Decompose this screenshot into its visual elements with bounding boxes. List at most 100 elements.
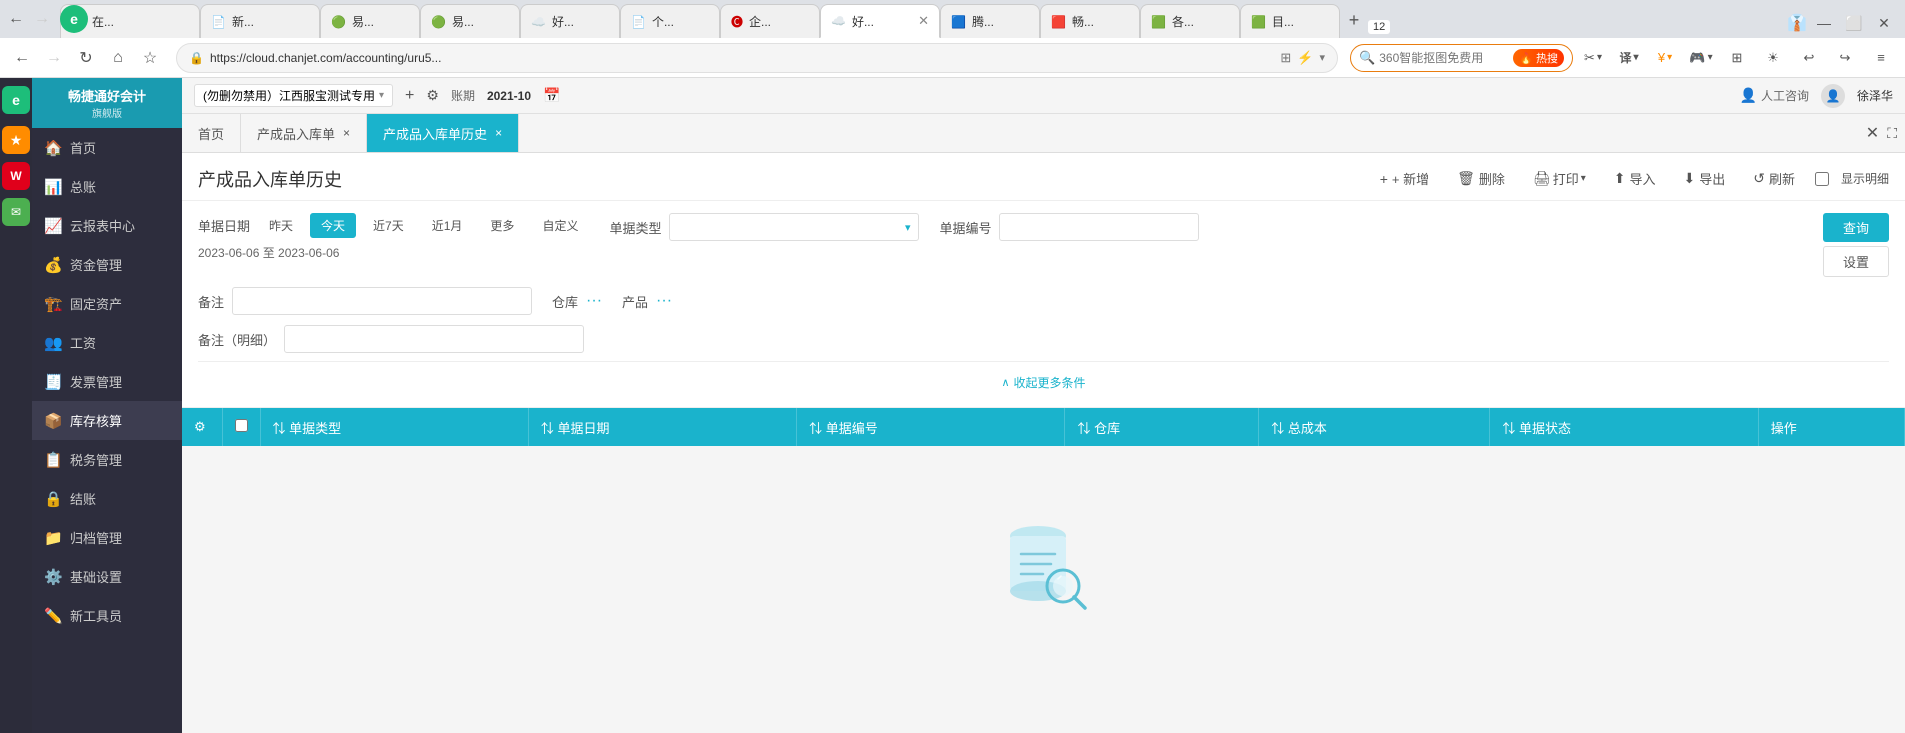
yen-btn[interactable]: ¥▾	[1649, 44, 1681, 72]
sidebar-item-cloud-report[interactable]: 📈 云报表中心	[32, 206, 182, 245]
breadcrumb-list-tab[interactable]: 产成品入库单 ×	[241, 114, 367, 152]
new-tab-button[interactable]: +	[1340, 6, 1368, 34]
icon-sidebar-weibo[interactable]: W	[2, 162, 30, 190]
select-all-checkbox[interactable]	[235, 419, 248, 432]
sidebar-item-payroll[interactable]: 👥 工资	[32, 323, 182, 362]
sidebar-item-archive[interactable]: 📁 归档管理	[32, 518, 182, 557]
user-name-label[interactable]: 徐泽华	[1857, 87, 1893, 104]
sidebar-item-settings[interactable]: ⚙️ 基础设置	[32, 557, 182, 596]
browser-back-btn[interactable]: ←	[4, 7, 28, 31]
browser-forward-btn[interactable]: →	[30, 7, 54, 31]
new-btn-label: + 新增	[1392, 169, 1429, 188]
browser-tab[interactable]: 🟢 易...	[420, 4, 520, 38]
company-selector[interactable]: (勿删勿禁用）江西服宝测试专用 ▾	[194, 84, 393, 107]
type-filter-select[interactable]: ▾	[669, 213, 919, 241]
print-btn[interactable]: 🖨 打印 ▾	[1525, 165, 1594, 192]
address-bar[interactable]: 🔒 https://cloud.chanjet.com/accounting/u…	[176, 43, 1338, 73]
redo-btn[interactable]: ↪	[1829, 44, 1861, 72]
th-settings[interactable]: ⚙	[182, 408, 222, 446]
nav-forward-btn[interactable]: →	[40, 44, 68, 72]
user-service-btn[interactable]: 👤 人工咨询	[1740, 87, 1809, 104]
browser-tab[interactable]: 📄 新...	[200, 4, 320, 38]
sidebar-item-fixed-assets[interactable]: 🏗️ 固定资产	[32, 284, 182, 323]
browser-tab[interactable]: 🟩 目...	[1240, 4, 1340, 38]
import-btn[interactable]: ⬆ 导入	[1606, 165, 1664, 192]
search-bar[interactable]: 🔍 🔥 热搜	[1350, 44, 1573, 72]
th-type[interactable]: ⇅ 单据类型	[260, 408, 528, 446]
user-avatar[interactable]: 👤	[1821, 84, 1845, 108]
translate-btn[interactable]: 译▾	[1613, 44, 1645, 72]
number-filter-input[interactable]	[999, 213, 1199, 241]
nav-back-btn[interactable]: ←	[8, 44, 36, 72]
th-total-cost[interactable]: ⇅ 总成本	[1259, 408, 1490, 446]
date-btn-custom[interactable]: 自定义	[531, 213, 589, 238]
brightness-btn[interactable]: ☀	[1757, 44, 1789, 72]
window-close-btn[interactable]: ✕	[1871, 12, 1897, 34]
settings-button[interactable]: 设置	[1823, 246, 1889, 277]
browser-tab[interactable]: 🟥 畅...	[1040, 4, 1140, 38]
browser-tab[interactable]: ☁️ 好...	[520, 4, 620, 38]
date-btn-today[interactable]: 今天	[310, 213, 356, 238]
sidebar-item-ledger[interactable]: 📊 总账	[32, 167, 182, 206]
export-btn[interactable]: ⬇ 导出	[1675, 165, 1733, 192]
delete-btn[interactable]: 🗑 删除	[1449, 165, 1513, 192]
company-settings-btn[interactable]: ⚙	[426, 87, 439, 104]
scissors-btn[interactable]: ✂▾	[1577, 44, 1609, 72]
date-btn-7days[interactable]: 近7天	[362, 213, 415, 238]
detail-note-filter-input[interactable]	[284, 325, 584, 353]
browser-tab[interactable]: 🟢 易...	[320, 4, 420, 38]
undo-btn[interactable]: ↩	[1793, 44, 1825, 72]
sidebar-item-new-entry[interactable]: ✏️ 新工具员	[32, 596, 182, 635]
icon-sidebar-chanjet[interactable]: e	[2, 86, 30, 114]
refresh-btn[interactable]: ↺ 刷新	[1745, 165, 1803, 192]
add-company-btn[interactable]: +	[405, 87, 414, 105]
browser-tab[interactable]: 🟦 腾...	[940, 4, 1040, 38]
query-button[interactable]: 查询	[1823, 213, 1889, 242]
breadcrumb-history-tab[interactable]: 产成品入库单历史 ×	[367, 114, 519, 152]
product-dots-btn[interactable]: ···	[656, 292, 672, 310]
nav-refresh-btn[interactable]: ↻	[72, 44, 100, 72]
browser-tab[interactable]: 🟩 各...	[1140, 4, 1240, 38]
tab-close-icon[interactable]: ✕	[918, 13, 929, 29]
window-minimize-btn[interactable]: —	[1811, 12, 1837, 34]
new-btn[interactable]: + + 新增	[1372, 165, 1437, 192]
window-maximize-btn[interactable]: ⬜	[1841, 12, 1867, 34]
note-filter-input[interactable]	[232, 287, 532, 315]
page-expand-icon[interactable]: ⛶	[1887, 125, 1897, 142]
calendar-icon[interactable]: 📅	[543, 87, 560, 104]
icon-sidebar-email[interactable]: ✉	[2, 198, 30, 226]
sidebar-item-home[interactable]: 🏠 首页	[32, 128, 182, 167]
sidebar-item-invoice[interactable]: 🧾 发票管理	[32, 362, 182, 401]
browser-tab-active[interactable]: ☁️ 好... ✕	[820, 4, 940, 38]
th-checkbox[interactable]	[222, 408, 260, 446]
empty-illustration	[983, 506, 1103, 626]
game-btn[interactable]: 🎮▾	[1685, 44, 1717, 72]
collapse-btn[interactable]: ∧ 收起更多条件	[198, 370, 1889, 395]
show-detail-checkbox[interactable]	[1815, 172, 1829, 186]
icon-sidebar-star[interactable]: ★	[2, 126, 30, 154]
sidebar-item-inventory[interactable]: 📦 库存核算	[32, 401, 182, 440]
nav-bookmark-btn[interactable]: ☆	[136, 44, 164, 72]
page-close-icon[interactable]: ✕	[1866, 123, 1879, 143]
sidebar-item-tax[interactable]: 📋 税务管理	[32, 440, 182, 479]
th-status[interactable]: ⇅ 单据状态	[1490, 408, 1758, 446]
nav-home-btn[interactable]: ⌂	[104, 44, 132, 72]
th-number[interactable]: ⇅ 单据编号	[797, 408, 1065, 446]
sidebar-inventory-label: 库存核算	[70, 411, 122, 430]
menu-btn[interactable]: ≡	[1865, 44, 1897, 72]
breadcrumb-list-tab-close-icon[interactable]: ×	[343, 126, 350, 140]
search-input[interactable]	[1379, 51, 1509, 65]
browser-tab[interactable]: 🅒 企...	[720, 4, 820, 38]
th-warehouse[interactable]: ⇅ 仓库	[1065, 408, 1259, 446]
breadcrumb-history-tab-close-icon[interactable]: ×	[495, 126, 502, 140]
breadcrumb-home[interactable]: 首页	[182, 114, 241, 152]
th-date[interactable]: ⇅ 单据日期	[528, 408, 796, 446]
sidebar-item-closing[interactable]: 🔒 结账	[32, 479, 182, 518]
warehouse-dots-btn[interactable]: ···	[586, 292, 602, 310]
browser-tab[interactable]: 📄 个...	[620, 4, 720, 38]
date-btn-yesterday[interactable]: 昨天	[258, 213, 304, 238]
date-btn-more[interactable]: 更多	[479, 213, 525, 238]
date-btn-1month[interactable]: 近1月	[421, 213, 474, 238]
grid-view-btn[interactable]: ⊞	[1721, 44, 1753, 72]
sidebar-item-fund[interactable]: 💰 资金管理	[32, 245, 182, 284]
